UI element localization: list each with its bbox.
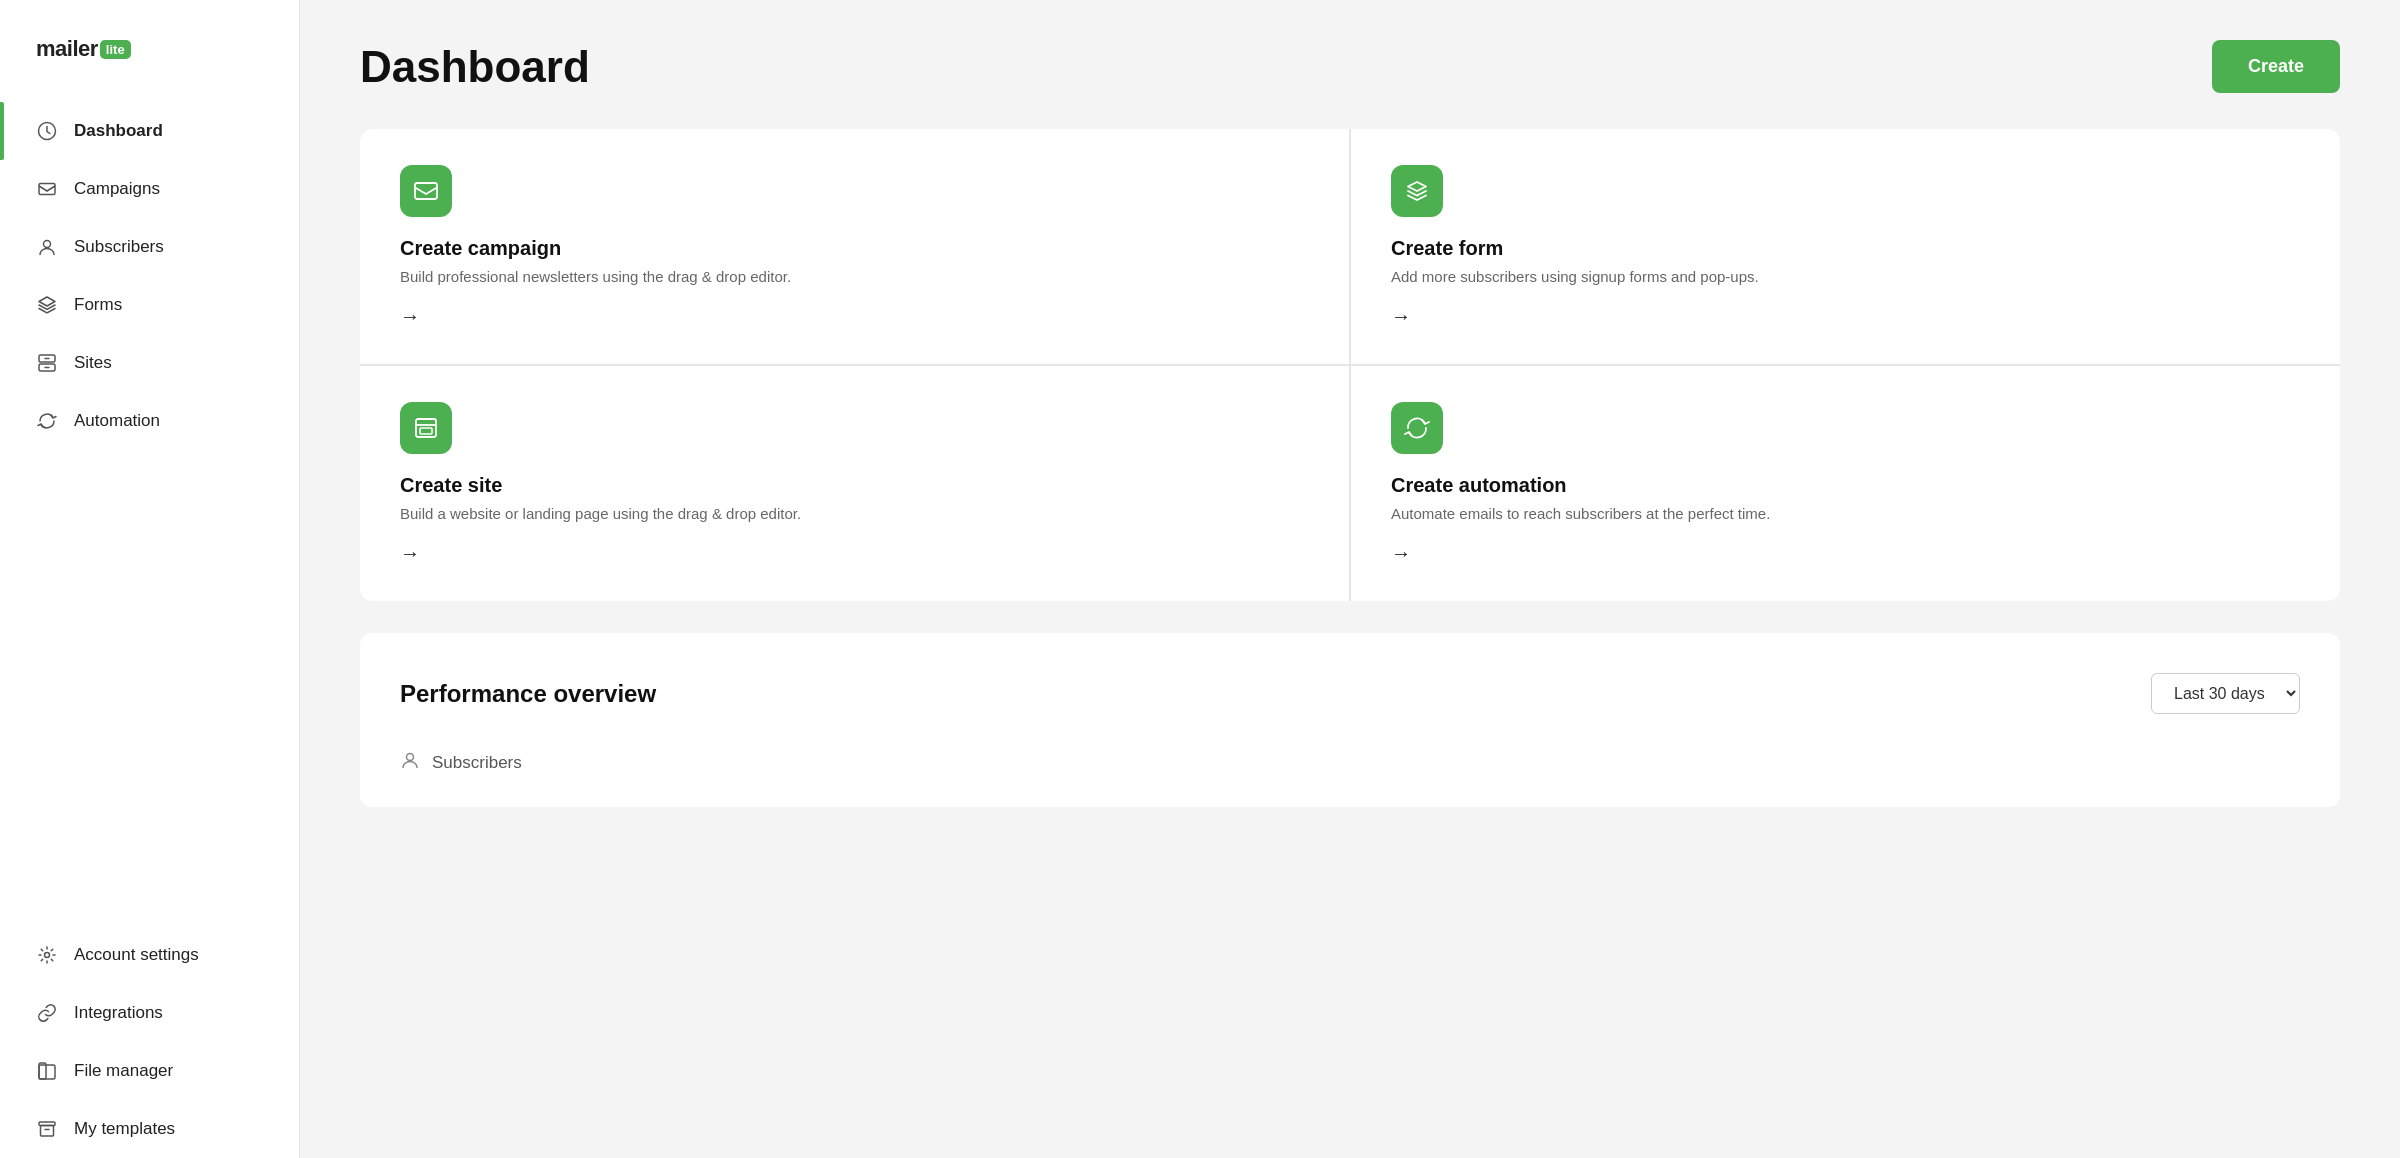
svg-rect-11: [41, 1126, 54, 1137]
archive-icon: [36, 1118, 58, 1140]
logo-text: mailer: [36, 36, 98, 62]
card-title: Create automation: [1391, 474, 2300, 497]
sidebar-item-label: Subscribers: [74, 237, 164, 257]
sidebar-item-file-manager[interactable]: File manager: [0, 1042, 299, 1100]
sidebar-item-label: Automation: [74, 411, 160, 431]
sidebar-item-label: Account settings: [74, 945, 199, 965]
performance-subscribers-row: Subscribers: [400, 742, 2300, 775]
envelope-icon: [36, 178, 58, 200]
create-form-card[interactable]: Create form Add more subscribers using s…: [1351, 129, 2340, 364]
automation-icon: [1391, 402, 1443, 454]
logo-badge: lite: [100, 40, 131, 59]
period-select[interactable]: Last 30 days Last 7 days Last 90 days: [2151, 673, 2300, 714]
card-title: Create site: [400, 474, 1309, 497]
sidebar-item-subscribers[interactable]: Subscribers: [0, 218, 299, 276]
refresh-icon: [36, 410, 58, 432]
main-content: Dashboard Create Create campaign Build p…: [300, 0, 2400, 1158]
performance-header: Performance overview Last 30 days Last 7…: [400, 673, 2300, 714]
card-description: Automate emails to reach subscribers at …: [1391, 505, 2300, 522]
performance-section: Performance overview Last 30 days Last 7…: [360, 633, 2340, 807]
card-description: Build a website or landing page using th…: [400, 505, 1309, 522]
page-title: Dashboard: [360, 42, 590, 92]
logo: mailerlite: [0, 0, 299, 102]
folder-icon: [36, 1060, 58, 1082]
sidebar-item-integrations[interactable]: Integrations: [0, 984, 299, 1042]
card-description: Add more subscribers using signup forms …: [1391, 268, 2300, 285]
card-description: Build professional newsletters using the…: [400, 268, 1309, 285]
sidebar-item-account-settings[interactable]: Account settings: [0, 926, 299, 984]
card-arrow: →: [1391, 305, 2300, 328]
subscriber-icon: [400, 750, 420, 775]
site-icon: [400, 402, 452, 454]
form-icon: [1391, 165, 1443, 217]
card-arrow: →: [1391, 542, 2300, 565]
sidebar-item-sites[interactable]: Sites: [0, 334, 299, 392]
sidebar-item-label: Campaigns: [74, 179, 160, 199]
sidebar-item-label: File manager: [74, 1061, 173, 1081]
performance-title: Performance overview: [400, 680, 656, 708]
sidebar-item-automation[interactable]: Automation: [0, 392, 299, 450]
create-site-card[interactable]: Create site Build a website or landing p…: [360, 366, 1349, 601]
svg-point-2: [44, 241, 51, 248]
page-header: Dashboard Create: [360, 40, 2340, 93]
svg-rect-14: [420, 428, 432, 434]
sidebar-item-label: Integrations: [74, 1003, 163, 1023]
svg-point-15: [407, 754, 414, 761]
svg-rect-9: [39, 1065, 55, 1079]
card-arrow: →: [400, 542, 1309, 565]
link-icon: [36, 1002, 58, 1024]
layers-icon: [36, 294, 58, 316]
gear-icon: [36, 944, 58, 966]
create-automation-card[interactable]: Create automation Automate emails to rea…: [1351, 366, 2340, 601]
sidebar-item-label: My templates: [74, 1119, 175, 1139]
sidebar-item-my-templates[interactable]: My templates: [0, 1100, 299, 1158]
sidebar: mailerlite Dashboard Campaigns: [0, 0, 300, 1158]
card-arrow: →: [400, 305, 1309, 328]
svg-point-7: [45, 953, 50, 958]
sidebar-item-campaigns[interactable]: Campaigns: [0, 160, 299, 218]
svg-rect-12: [415, 183, 437, 199]
sidebar-item-label: Forms: [74, 295, 122, 315]
sidebar-item-forms[interactable]: Forms: [0, 276, 299, 334]
create-campaign-card[interactable]: Create campaign Build professional newsl…: [360, 129, 1349, 364]
campaign-icon: [400, 165, 452, 217]
sidebar-item-dashboard[interactable]: Dashboard: [0, 102, 299, 160]
svg-rect-1: [39, 184, 55, 195]
sidebar-item-label: Dashboard: [74, 121, 163, 141]
create-button[interactable]: Create: [2212, 40, 2340, 93]
card-title: Create form: [1391, 237, 2300, 260]
sidebar-item-label: Sites: [74, 353, 112, 373]
quick-actions-grid: Create campaign Build professional newsl…: [360, 129, 2340, 601]
person-icon: [36, 236, 58, 258]
clock-icon: [36, 120, 58, 142]
subscribers-label: Subscribers: [432, 753, 522, 773]
card-title: Create campaign: [400, 237, 1309, 260]
cabinet-icon: [36, 352, 58, 374]
sidebar-nav: Dashboard Campaigns Subscribers: [0, 102, 299, 1158]
